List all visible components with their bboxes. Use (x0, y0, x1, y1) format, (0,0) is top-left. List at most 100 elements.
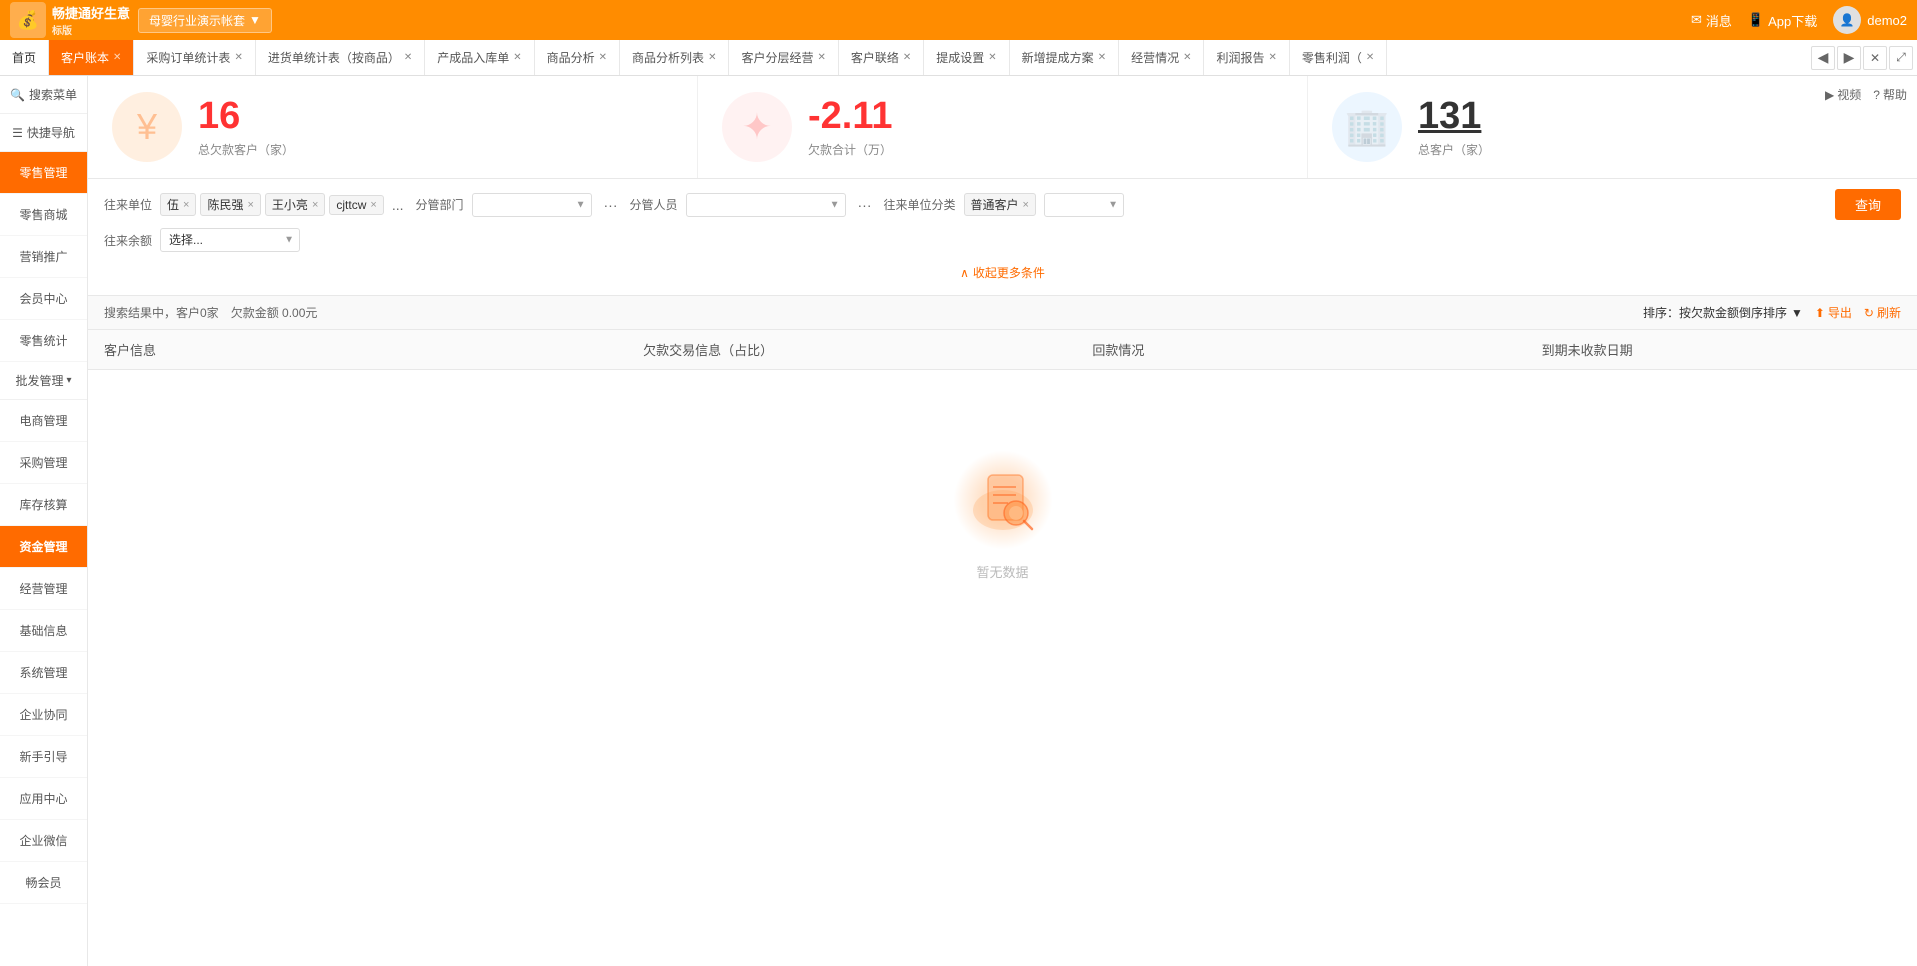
remove-unit-tag-1[interactable]: × (183, 199, 189, 211)
sidebar-item-retail-stats[interactable]: 零售统计 (0, 320, 87, 362)
sidebar-item-retail-mall[interactable]: 零售商城 (0, 194, 87, 236)
col-header-client: 客户信息 (104, 340, 643, 359)
close-tab-retail-profit[interactable]: ✕ (1366, 52, 1374, 63)
tab-customer[interactable]: 客户账本 ✕ (49, 40, 134, 76)
unit-label: 往来单位 (104, 196, 152, 213)
app-download-btn[interactable]: 📱 App下载 (1748, 11, 1817, 30)
remove-unit-tag-3[interactable]: × (312, 199, 318, 211)
close-tab-product-inbound[interactable]: ✕ (513, 52, 521, 63)
close-tab-customer[interactable]: ✕ (113, 52, 121, 63)
close-tab-inbound-stats[interactable]: ✕ (404, 52, 412, 63)
close-tab-product-analysis-list[interactable]: ✕ (708, 52, 716, 63)
close-tab-ops-situation[interactable]: ✕ (1183, 52, 1191, 63)
dept-label: 分管部门 (415, 196, 463, 213)
sidebar-item-inventory[interactable]: 库存核算 (0, 484, 87, 526)
sidebar-item-basic-info[interactable]: 基础信息 (0, 610, 87, 652)
balance-select-wrap: 选择... (160, 228, 300, 252)
close-tab-promote-settings[interactable]: ✕ (988, 52, 996, 63)
sidebar-item-new-guide[interactable]: 新手引导 (0, 736, 87, 778)
tab-scroll-left[interactable]: ◀ (1811, 46, 1835, 70)
stat2-value: -2.11 (808, 96, 893, 138)
sidebar-item-wholesale-mgmt[interactable]: 批发管理 ▾ (0, 362, 87, 400)
remove-category-tag-1[interactable]: × (1023, 199, 1029, 211)
tab-customer-contact[interactable]: 客户联络 ✕ (839, 40, 924, 76)
unit-tag-1[interactable]: 伍 × (160, 193, 196, 216)
close-tab-profit-report[interactable]: ✕ (1269, 52, 1277, 63)
account-dropdown[interactable]: 母婴行业演示帐套 ▼ (138, 8, 272, 33)
sidebar-item-vip[interactable]: 畅会员 (0, 862, 87, 904)
tab-inbound-stats[interactable]: 进货单统计表（按商品） ✕ (256, 40, 425, 76)
sidebar-item-sys-mgmt[interactable]: 系统管理 (0, 652, 87, 694)
tab-expand[interactable]: ⤢ (1889, 46, 1913, 70)
sidebar-item-ops-mgmt[interactable]: 经营管理 (0, 568, 87, 610)
tab-promote-settings[interactable]: 提成设置 ✕ (924, 40, 1009, 76)
phone-icon: 📱 (1748, 12, 1764, 28)
category-tags: 普通客户 × (964, 193, 1036, 216)
balance-label: 往来余额 (104, 232, 152, 249)
export-button[interactable]: ⬆ 导出 (1815, 304, 1852, 321)
message-btn[interactable]: ✉ 消息 (1691, 11, 1732, 30)
balance-select[interactable]: 选择... (160, 228, 300, 252)
dept-more[interactable]: ··· (600, 195, 622, 215)
help-btn[interactable]: ? 帮助 (1873, 86, 1907, 103)
sidebar-item-wechat-work[interactable]: 企业微信 (0, 820, 87, 862)
tab-customer-tier[interactable]: 客户分层经营 ✕ (729, 40, 838, 76)
sidebar-search[interactable]: 🔍 搜索菜单 (0, 76, 87, 114)
video-btn[interactable]: ▶ 视频 (1825, 86, 1861, 103)
remove-unit-tag-4[interactable]: × (370, 199, 376, 211)
chevron-down-icon: ▾ (66, 375, 71, 386)
category-select[interactable] (1044, 193, 1124, 217)
category-select-wrap (1044, 193, 1124, 217)
sidebar-quick-nav[interactable]: ☰ 快捷导航 (0, 114, 87, 152)
sidebar-item-retail-mgmt[interactable]: 零售管理 (0, 152, 87, 194)
table-header: 客户信息 欠款交易信息（占比） 回款情况 到期未收款日期 (88, 330, 1917, 370)
results-actions: 排序：按欠款金额倒序排序 ▼ ⬆ 导出 ↻ 刷新 (1643, 304, 1901, 321)
more-unit-tags[interactable]: ... (388, 195, 408, 215)
search-icon: 🔍 (10, 88, 25, 102)
person-select[interactable] (686, 193, 846, 217)
sidebar-item-membership[interactable]: 会员中心 (0, 278, 87, 320)
tab-home[interactable]: 首页 (0, 40, 49, 76)
tab-scroll-right[interactable]: ▶ (1837, 46, 1861, 70)
col-header-repay: 回款情况 (1092, 340, 1541, 359)
close-tab-customer-contact[interactable]: ✕ (903, 52, 911, 63)
close-tab-customer-tier[interactable]: ✕ (817, 52, 825, 63)
sidebar-item-purchase-mgmt[interactable]: 采购管理 (0, 442, 87, 484)
tab-product-inbound[interactable]: 产成品入库单 ✕ (425, 40, 534, 76)
tab-purchase-order[interactable]: 采购订单统计表 ✕ (134, 40, 255, 76)
sidebar-item-enterprise[interactable]: 企业协同 (0, 694, 87, 736)
sidebar-item-marketing[interactable]: 营销推广 (0, 236, 87, 278)
tab-ops-situation[interactable]: 经营情况 ✕ (1119, 40, 1204, 76)
remove-unit-tag-2[interactable]: × (247, 199, 253, 211)
tab-product-analysis-list[interactable]: 商品分析列表 ✕ (620, 40, 729, 76)
sort-button[interactable]: 排序：按欠款金额倒序排序 ▼ (1643, 304, 1803, 321)
tab-close-all[interactable]: ✕ (1863, 46, 1887, 70)
tab-profit-report[interactable]: 利润报告 ✕ (1204, 40, 1289, 76)
tab-new-promote[interactable]: 新增提成方案 ✕ (1010, 40, 1119, 76)
dept-select[interactable] (472, 193, 592, 217)
close-tab-new-promote[interactable]: ✕ (1098, 52, 1106, 63)
close-tab-purchase-order[interactable]: ✕ (234, 52, 242, 63)
tab-product-analysis[interactable]: 商品分析 ✕ (535, 40, 620, 76)
sort-label: 排序：按欠款金额倒序排序 (1643, 304, 1787, 321)
refresh-icon: ↻ (1864, 306, 1874, 320)
user-area[interactable]: 👤 demo2 (1833, 6, 1907, 34)
unit-tag-4[interactable]: cjttcw × (329, 195, 383, 215)
category-tag-1[interactable]: 普通客户 × (964, 193, 1036, 216)
person-label: 分管人员 (630, 196, 678, 213)
sidebar-item-finance[interactable]: 资金管理 (0, 526, 87, 568)
person-more[interactable]: ··· (854, 195, 876, 215)
refresh-button[interactable]: ↻ 刷新 (1864, 304, 1901, 321)
stat-card-2: ✦ -2.11 欠款合计（万） (698, 76, 1308, 178)
search-button[interactable]: 查询 (1835, 189, 1901, 220)
sidebar-item-app-center[interactable]: 应用中心 (0, 778, 87, 820)
message-icon: ✉ (1691, 12, 1702, 28)
unit-tag-3[interactable]: 王小亮 × (265, 193, 325, 216)
tab-retail-profit[interactable]: 零售利润（ ✕ (1290, 40, 1387, 76)
collapse-filters-btn[interactable]: ∧ 收起更多条件 (104, 260, 1901, 285)
unit-tag-2[interactable]: 陈民强 × (200, 193, 260, 216)
tab-nav-controls: ◀ ▶ ✕ ⤢ (1811, 46, 1917, 70)
dept-select-wrap (472, 193, 592, 217)
sidebar-item-ecommerce[interactable]: 电商管理 (0, 400, 87, 442)
close-tab-product-analysis[interactable]: ✕ (599, 52, 607, 63)
